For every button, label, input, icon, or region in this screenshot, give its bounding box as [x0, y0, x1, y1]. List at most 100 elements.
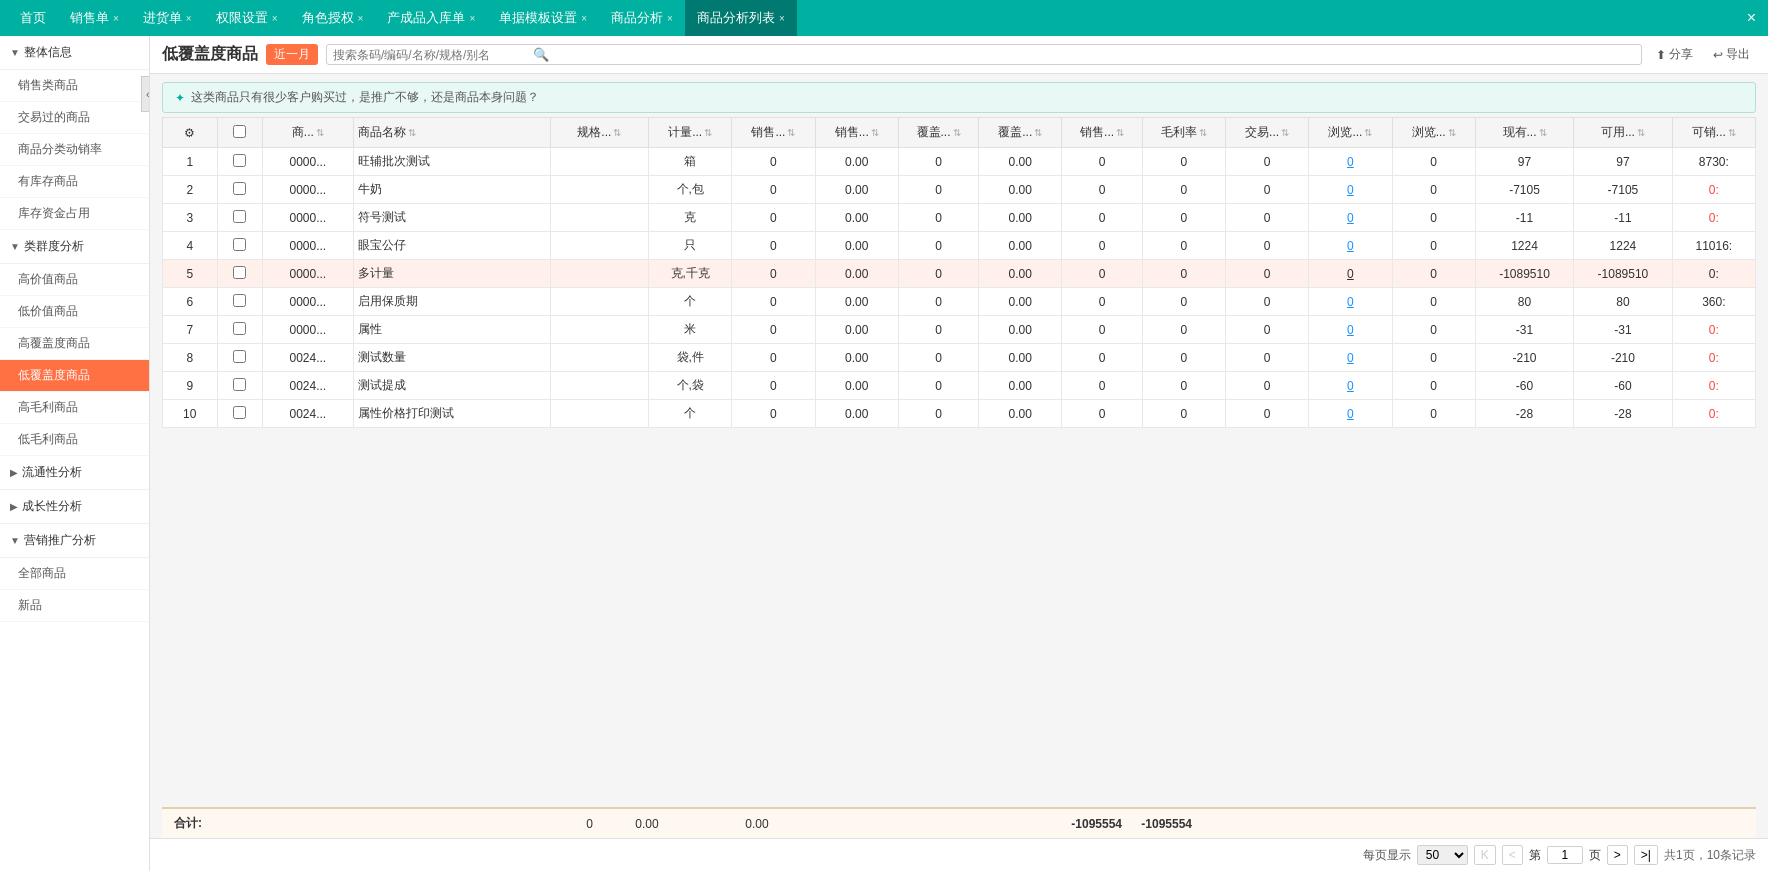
nav-purchase-order[interactable]: 进货单 ×	[131, 0, 204, 36]
sidebar-item-stock-funds[interactable]: 库存资金占用	[0, 198, 149, 230]
col-name-header[interactable]: 商品名称⇅	[353, 118, 550, 148]
sidebar-item-new-goods[interactable]: 新品	[0, 590, 149, 622]
row-num: 4	[163, 232, 218, 260]
page-number-input[interactable]	[1547, 846, 1583, 864]
row-browse1[interactable]: 0	[1309, 400, 1392, 428]
close-icon[interactable]: ×	[358, 13, 364, 24]
row-checkbox[interactable]	[217, 176, 262, 204]
row-browse1[interactable]: 0	[1309, 260, 1392, 288]
col-cov2-header[interactable]: 覆盖...⇅	[979, 118, 1062, 148]
row-browse1[interactable]: 0	[1309, 148, 1392, 176]
close-icon[interactable]: ×	[272, 13, 278, 24]
col-sku-header[interactable]: 商...⇅	[262, 118, 353, 148]
row-checkbox[interactable]	[217, 148, 262, 176]
col-cov1-header[interactable]: 覆盖...⇅	[898, 118, 978, 148]
close-icon[interactable]: ×	[186, 13, 192, 24]
sidebar-item-high-margin[interactable]: 高毛利商品	[0, 392, 149, 424]
col-sales-cnt-header[interactable]: 销售...⇅	[732, 118, 815, 148]
row-checkbox[interactable]	[217, 344, 262, 372]
sidebar-section-overview[interactable]: ▼ 整体信息	[0, 36, 149, 70]
row-browse1[interactable]: 0	[1309, 232, 1392, 260]
close-icon[interactable]: ×	[581, 13, 587, 24]
row-name: 属性	[353, 316, 550, 344]
nav-product-inbound[interactable]: 产成品入库单 ×	[375, 0, 487, 36]
sidebar-section-marketing[interactable]: ▼ 营销推广分析	[0, 524, 149, 558]
close-all-button[interactable]: ×	[1747, 9, 1756, 27]
search-icon: 🔍	[533, 47, 549, 62]
nav-sales-order[interactable]: 销售单 ×	[58, 0, 131, 36]
col-sale2-header[interactable]: 销售...⇅	[1062, 118, 1142, 148]
sidebar-item-sales-goods[interactable]: 销售类商品	[0, 70, 149, 102]
col-margin-header[interactable]: 毛利率⇅	[1142, 118, 1225, 148]
sidebar-section-cluster[interactable]: ▼ 类群度分析	[0, 230, 149, 264]
select-all-checkbox[interactable]	[233, 125, 246, 138]
nav-template-settings[interactable]: 单据模板设置 ×	[487, 0, 599, 36]
col-browse2-header[interactable]: 浏览...⇅	[1392, 118, 1475, 148]
row-trans: 0	[1225, 260, 1308, 288]
first-page-button[interactable]: K	[1474, 845, 1496, 865]
row-browse1[interactable]: 0	[1309, 288, 1392, 316]
search-input[interactable]	[333, 48, 533, 62]
page-size-select[interactable]: 50 100 200	[1417, 845, 1468, 865]
row-checkbox[interactable]	[217, 372, 262, 400]
sidebar-item-low-coverage[interactable]: 低覆盖度商品	[0, 360, 149, 392]
table-container[interactable]: ⚙ 商...⇅ 商品名称⇅ 规格...⇅ 计量...⇅ 销售...⇅ 销售...…	[162, 117, 1756, 807]
row-checkbox[interactable]	[217, 232, 262, 260]
nav-home[interactable]: 首页	[8, 0, 58, 36]
row-browse1[interactable]: 0	[1309, 204, 1392, 232]
col-unit-header[interactable]: 计量...⇅	[649, 118, 732, 148]
col-settings[interactable]: ⚙	[163, 118, 218, 148]
row-checkbox[interactable]	[217, 400, 262, 428]
row-browse1[interactable]: 0	[1309, 316, 1392, 344]
close-icon[interactable]: ×	[779, 13, 785, 24]
sidebar-item-low-margin[interactable]: 低毛利商品	[0, 424, 149, 456]
row-browse1[interactable]: 0	[1309, 344, 1392, 372]
sidebar-item-high-coverage[interactable]: 高覆盖度商品	[0, 328, 149, 360]
last-page-button[interactable]: >|	[1634, 845, 1658, 865]
export-button[interactable]: ↩ 导出	[1707, 44, 1756, 65]
sidebar-item-all-goods[interactable]: 全部商品	[0, 558, 149, 590]
table-row: 5 0000... 多计量 克,千克 0 0.00 0 0.00 0 0 0 0…	[163, 260, 1756, 288]
sidebar-section-liquidity[interactable]: ▶ 流通性分析	[0, 456, 149, 490]
totals-cov2: 0.00	[727, 817, 787, 831]
nav-product-analysis[interactable]: 商品分析 ×	[599, 0, 685, 36]
prev-page-button[interactable]: <	[1502, 845, 1523, 865]
row-checkbox[interactable]	[217, 260, 262, 288]
nav-permissions[interactable]: 权限设置 ×	[204, 0, 290, 36]
row-margin: 0	[1142, 232, 1225, 260]
sidebar-item-traded-goods[interactable]: 交易过的商品	[0, 102, 149, 134]
row-checkbox[interactable]	[217, 288, 262, 316]
col-sales-amt-header[interactable]: 销售...⇅	[815, 118, 898, 148]
next-page-button[interactable]: >	[1607, 845, 1628, 865]
data-table: ⚙ 商...⇅ 商品名称⇅ 规格...⇅ 计量...⇅ 销售...⇅ 销售...…	[162, 117, 1756, 428]
sidebar-item-low-value[interactable]: 低价值商品	[0, 296, 149, 328]
close-icon[interactable]: ×	[469, 13, 475, 24]
col-trans-header[interactable]: 交易...⇅	[1225, 118, 1308, 148]
row-sale2: 0	[1062, 344, 1142, 372]
col-spec-header[interactable]: 规格...⇅	[550, 118, 648, 148]
row-margin: 0	[1142, 176, 1225, 204]
share-button[interactable]: ⬆ 分享	[1650, 44, 1699, 65]
sidebar-section-growth[interactable]: ▶ 成长性分析	[0, 490, 149, 524]
col-sellable-header[interactable]: 可销...⇅	[1672, 118, 1755, 148]
row-available: 1224	[1574, 232, 1672, 260]
col-browse1-header[interactable]: 浏览...⇅	[1309, 118, 1392, 148]
row-checkbox[interactable]	[217, 204, 262, 232]
sidebar-item-in-stock[interactable]: 有库存商品	[0, 166, 149, 198]
period-button[interactable]: 近一月	[266, 44, 318, 65]
row-browse1[interactable]: 0	[1309, 176, 1392, 204]
close-icon[interactable]: ×	[667, 13, 673, 24]
nav-role-auth[interactable]: 角色授权 ×	[290, 0, 376, 36]
row-num: 3	[163, 204, 218, 232]
row-browse1[interactable]: 0	[1309, 372, 1392, 400]
table-row: 1 0000... 旺辅批次测试 箱 0 0.00 0 0.00 0 0 0 0…	[163, 148, 1756, 176]
nav-product-analysis-list[interactable]: 商品分析列表 ×	[685, 0, 797, 36]
sidebar-collapse-button[interactable]: «	[141, 76, 150, 112]
col-current-header[interactable]: 现有...⇅	[1475, 118, 1573, 148]
row-checkbox[interactable]	[217, 316, 262, 344]
sidebar-item-high-value[interactable]: 高价值商品	[0, 264, 149, 296]
table-row: 10 0024... 属性价格打印测试 个 0 0.00 0 0.00 0 0 …	[163, 400, 1756, 428]
close-icon[interactable]: ×	[113, 13, 119, 24]
sidebar-item-category-rate[interactable]: 商品分类动销率	[0, 134, 149, 166]
col-available-header[interactable]: 可用...⇅	[1574, 118, 1672, 148]
